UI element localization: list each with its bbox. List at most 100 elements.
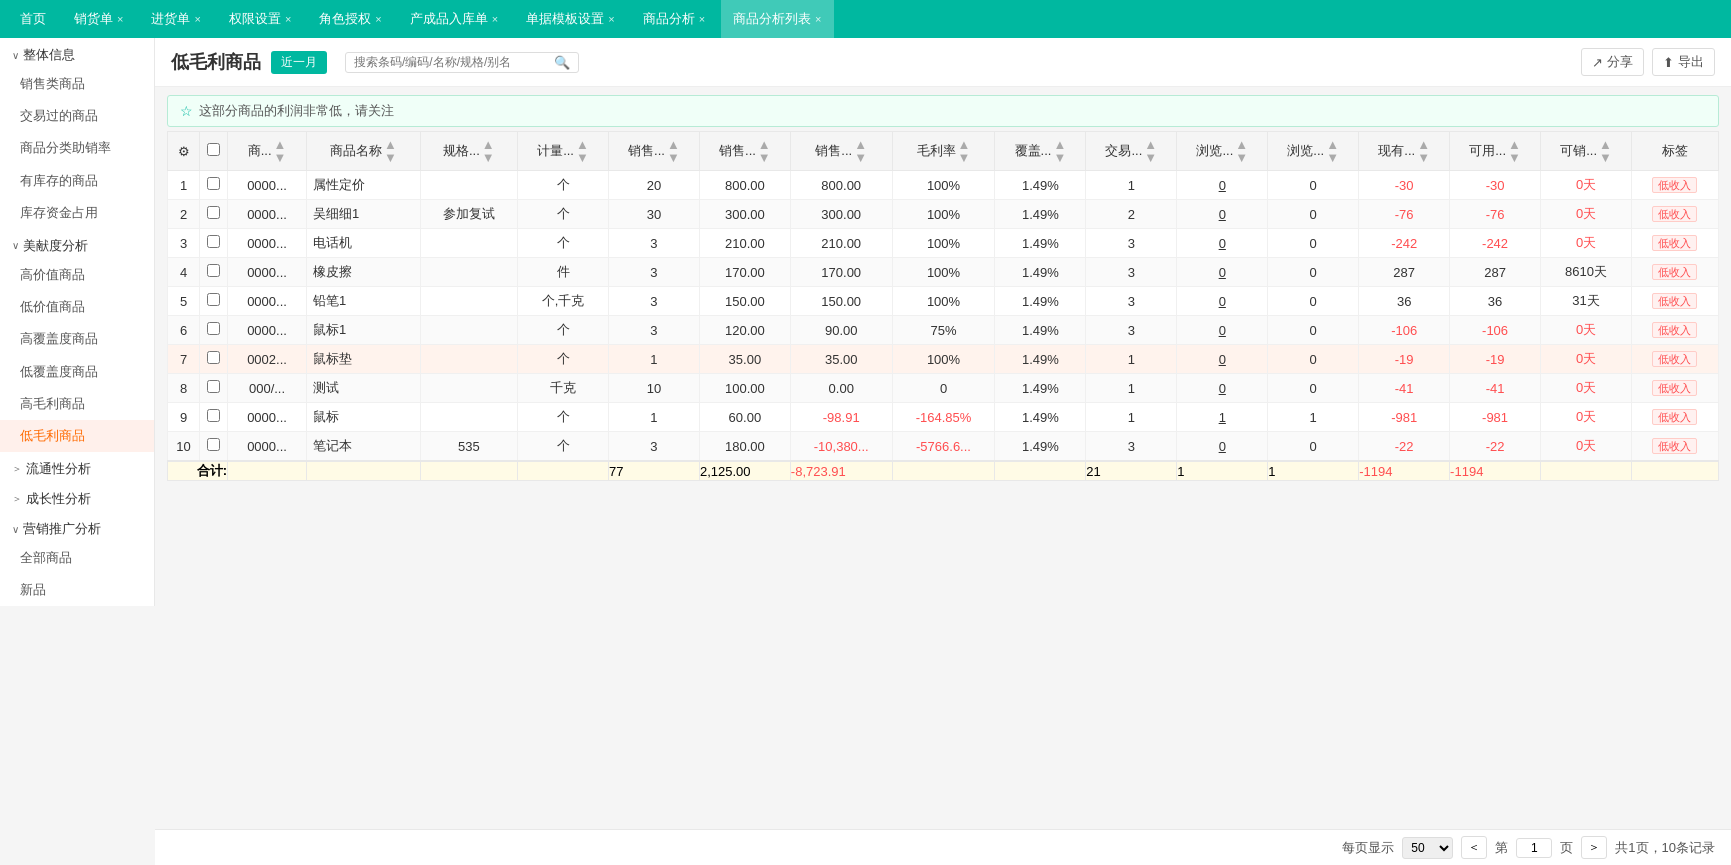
row-name[interactable]: 吴细细1 (307, 200, 421, 229)
sidebar-group-整体信息[interactable]: ∨整体信息 (0, 38, 154, 68)
col-tag[interactable]: 标签 (1631, 132, 1718, 171)
row-name[interactable]: 鼠标垫 (307, 345, 421, 374)
row-view1[interactable]: 0 (1177, 432, 1268, 462)
row-check[interactable] (200, 316, 228, 345)
nav-item-销货单[interactable]: 销货单× (62, 0, 135, 38)
nav-close-icon[interactable]: × (117, 13, 123, 25)
sidebar-item-库存资金占用[interactable]: 库存资金占用 (0, 197, 154, 229)
row-check[interactable] (200, 229, 228, 258)
row-check[interactable] (200, 287, 228, 316)
row-check[interactable] (200, 374, 228, 403)
sidebar-item-商品分类助销率[interactable]: 商品分类助销率 (0, 132, 154, 164)
nav-close-icon[interactable]: × (699, 13, 705, 25)
nav-close-icon[interactable]: × (492, 13, 498, 25)
row-view1[interactable]: 0 (1177, 287, 1268, 316)
nav-item-角色授权[interactable]: 角色授权× (307, 0, 393, 38)
select-all-checkbox[interactable] (207, 143, 220, 156)
sidebar-item-低毛利商品[interactable]: 低毛利商品 (0, 420, 154, 452)
row-name[interactable]: 笔记本 (307, 432, 421, 462)
nav-close-icon[interactable]: × (375, 13, 381, 25)
page-number-input[interactable] (1516, 838, 1552, 858)
row-check[interactable] (200, 171, 228, 200)
nav-item-首页[interactable]: 首页 (8, 0, 58, 38)
row-name[interactable]: 橡皮擦 (307, 258, 421, 287)
row-name[interactable]: 电话机 (307, 229, 421, 258)
col-name[interactable]: 商品名称▲▼ (307, 132, 421, 171)
col-saleable[interactable]: 可销...▲▼ (1541, 132, 1632, 171)
search-icon[interactable]: 🔍 (554, 55, 570, 70)
sidebar-group-成长性分析[interactable]: ＞成长性分析 (0, 482, 154, 512)
row-check[interactable] (200, 345, 228, 374)
row-checkbox[interactable] (207, 264, 220, 277)
sidebar-item-销售类商品[interactable]: 销售类商品 (0, 68, 154, 100)
row-view1[interactable]: 0 (1177, 229, 1268, 258)
col-view2[interactable]: 浏览...▲▼ (1268, 132, 1359, 171)
sidebar-item-有库存的商品[interactable]: 有库存的商品 (0, 165, 154, 197)
row-checkbox[interactable] (207, 409, 220, 422)
row-checkbox[interactable] (207, 293, 220, 306)
col-checkbox[interactable] (200, 132, 228, 171)
col-view1[interactable]: 浏览...▲▼ (1177, 132, 1268, 171)
row-view1[interactable]: 0 (1177, 171, 1268, 200)
col-gross-margin[interactable]: 毛利率▲▼ (892, 132, 995, 171)
sidebar-item-高毛利商品[interactable]: 高毛利商品 (0, 388, 154, 420)
sidebar-item-交易过的商品[interactable]: 交易过的商品 (0, 100, 154, 132)
sidebar-item-新品[interactable]: 新品 (0, 574, 154, 606)
nav-item-商品分析[interactable]: 商品分析× (631, 0, 717, 38)
col-sales-amount[interactable]: 销售...▲▼ (790, 132, 892, 171)
nav-close-icon[interactable]: × (815, 13, 821, 25)
col-transaction[interactable]: 交易...▲▼ (1086, 132, 1177, 171)
next-page-button[interactable]: ＞ (1581, 836, 1607, 859)
col-available[interactable]: 可用...▲▼ (1450, 132, 1541, 171)
nav-item-进货单[interactable]: 进货单× (139, 0, 212, 38)
nav-item-产成品入库单[interactable]: 产成品入库单× (398, 0, 510, 38)
row-checkbox[interactable] (207, 351, 220, 364)
sidebar-item-高覆盖度商品[interactable]: 高覆盖度商品 (0, 323, 154, 355)
col-sales-count[interactable]: 销售...▲▼ (608, 132, 699, 171)
nav-item-商品分析列表[interactable]: 商品分析列表× (721, 0, 833, 38)
row-name[interactable]: 测试 (307, 374, 421, 403)
col-code[interactable]: 商...▲▼ (228, 132, 307, 171)
nav-close-icon[interactable]: × (285, 13, 291, 25)
row-check[interactable] (200, 432, 228, 462)
row-checkbox[interactable] (207, 438, 220, 451)
row-name[interactable]: 鼠标1 (307, 316, 421, 345)
prev-page-button[interactable]: ＜ (1461, 836, 1487, 859)
row-check[interactable] (200, 200, 228, 229)
sidebar-item-全部商品[interactable]: 全部商品 (0, 542, 154, 574)
row-view1[interactable]: 0 (1177, 200, 1268, 229)
row-check[interactable] (200, 258, 228, 287)
col-unit[interactable]: 计量...▲▼ (518, 132, 609, 171)
row-view1[interactable]: 0 (1177, 258, 1268, 287)
search-input[interactable] (354, 55, 554, 69)
row-checkbox[interactable] (207, 206, 220, 219)
export-button[interactable]: ⬆ 导出 (1652, 48, 1715, 76)
nav-close-icon[interactable]: × (608, 13, 614, 25)
row-checkbox[interactable] (207, 322, 220, 335)
sidebar-item-低覆盖度商品[interactable]: 低覆盖度商品 (0, 356, 154, 388)
col-current[interactable]: 现有...▲▼ (1359, 132, 1450, 171)
row-view1[interactable]: 1 (1177, 403, 1268, 432)
col-settings[interactable]: ⚙ (168, 132, 200, 171)
sidebar-group-流通性分析[interactable]: ＞流通性分析 (0, 452, 154, 482)
row-view1[interactable]: 0 (1177, 316, 1268, 345)
row-name[interactable]: 铅笔1 (307, 287, 421, 316)
nav-item-权限设置[interactable]: 权限设置× (217, 0, 303, 38)
row-view1[interactable]: 0 (1177, 374, 1268, 403)
col-spec[interactable]: 规格...▲▼ (420, 132, 517, 171)
share-button[interactable]: ↗ 分享 (1581, 48, 1644, 76)
page-size-select[interactable]: 50 100 200 (1402, 837, 1453, 859)
nav-item-单据模板设置[interactable]: 单据模板设置× (514, 0, 626, 38)
sidebar-item-低价值商品[interactable]: 低价值商品 (0, 291, 154, 323)
row-check[interactable] (200, 403, 228, 432)
filter-button[interactable]: 近一月 (271, 51, 327, 74)
col-coverage[interactable]: 覆盖...▲▼ (995, 132, 1086, 171)
row-checkbox[interactable] (207, 235, 220, 248)
row-name[interactable]: 属性定价 (307, 171, 421, 200)
row-name[interactable]: 鼠标 (307, 403, 421, 432)
row-checkbox[interactable] (207, 177, 220, 190)
sidebar-group-美献度分析[interactable]: ∨美献度分析 (0, 229, 154, 259)
nav-close-icon[interactable]: × (194, 13, 200, 25)
sidebar-group-营销推广分析[interactable]: ∨营销推广分析 (0, 512, 154, 542)
row-view1[interactable]: 0 (1177, 345, 1268, 374)
